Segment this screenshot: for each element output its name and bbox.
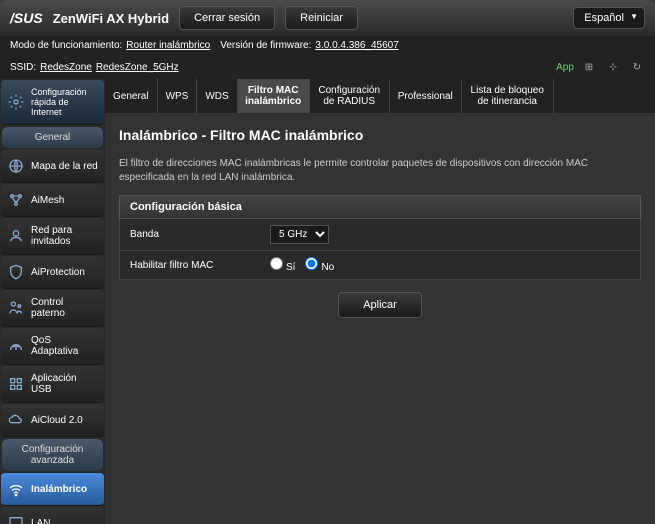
- quick-setup-label: Configuraciónrápida de Internet: [31, 87, 98, 117]
- tab-wps[interactable]: WPS: [158, 79, 198, 113]
- sidebar-item-label: Inalámbrico: [31, 484, 87, 495]
- info-icons: App ⊞ ⊹ ↻: [557, 59, 645, 75]
- gear-icon: [7, 93, 25, 111]
- enable-label: Habilitar filtro MAC: [130, 260, 270, 271]
- band-row: Banda 5 GHz: [119, 219, 641, 251]
- network-map-icon: [7, 157, 25, 175]
- sidebar-item-guest[interactable]: Red para invitados: [1, 218, 104, 255]
- band-select[interactable]: 5 GHz: [270, 225, 329, 244]
- sidebar-item-lan[interactable]: LAN: [1, 507, 104, 524]
- ssid-1-link[interactable]: RedesZone: [40, 62, 92, 73]
- main-content: General WPS WDS Filtro MAC inalámbrico C…: [105, 79, 655, 524]
- page-title: Inalámbrico - Filtro MAC inalámbrico: [119, 127, 641, 143]
- sidebar-advanced-header: Configuración avanzada: [2, 439, 103, 471]
- section-header: Configuración básica: [119, 195, 641, 219]
- mode-link[interactable]: Router inalámbrico: [126, 40, 210, 51]
- sidebar-item-qos[interactable]: QoS Adaptativa: [1, 328, 104, 365]
- sidebar-item-parental[interactable]: Control paterno: [1, 290, 104, 327]
- quick-setup-item[interactable]: Configuraciónrápida de Internet: [1, 80, 104, 125]
- tab-wds[interactable]: WDS: [197, 79, 237, 113]
- tab-radius[interactable]: Configuración de RADIUS: [310, 79, 390, 113]
- sidebar: Configuraciónrápida de Internet General …: [0, 79, 105, 524]
- info-bar: Modo de funcionamiento: Router inalámbri…: [0, 36, 655, 79]
- aimesh-icon[interactable]: ⊞: [581, 59, 597, 75]
- sidebar-item-label: Aplicación USB: [31, 373, 98, 395]
- ssid-label: SSID:: [10, 62, 36, 73]
- sidebar-item-usb[interactable]: Aplicación USB: [1, 366, 104, 403]
- sidebar-item-wireless[interactable]: Inalámbrico: [1, 473, 104, 506]
- page-description: El filtro de direcciones MAC inalámbrica…: [119, 157, 641, 185]
- sidebar-item-label: AiProtection: [31, 267, 85, 278]
- sidebar-item-aicloud[interactable]: AiCloud 2.0: [1, 404, 104, 437]
- sidebar-item-aiprotection[interactable]: AiProtection: [1, 256, 104, 289]
- radio-no[interactable]: [305, 257, 318, 270]
- radio-no-label[interactable]: No: [305, 257, 334, 273]
- reboot-button[interactable]: Reiniciar: [285, 6, 358, 30]
- apply-button[interactable]: Aplicar: [338, 292, 422, 318]
- lan-icon: [7, 514, 25, 524]
- tab-bar: General WPS WDS Filtro MAC inalámbrico C…: [105, 79, 655, 113]
- aimesh-icon: [7, 191, 25, 209]
- header-bar: /SUS ZenWiFi AX Hybrid Cerrar sesión Rei…: [0, 0, 655, 36]
- tab-general[interactable]: General: [105, 79, 158, 113]
- sidebar-item-aimesh[interactable]: AiMesh: [1, 184, 104, 217]
- wifi-icon: [7, 480, 25, 498]
- sidebar-item-label: AiMesh: [31, 195, 64, 206]
- tab-professional[interactable]: Professional: [390, 79, 462, 113]
- refresh-icon[interactable]: ↻: [629, 59, 645, 75]
- tab-mac-filter[interactable]: Filtro MAC inalámbrico: [238, 79, 310, 113]
- sidebar-item-label: QoS Adaptativa: [31, 335, 98, 357]
- sidebar-item-label: Red para invitados: [31, 225, 98, 247]
- ssid-2-link[interactable]: RedesZone_5GHz: [96, 62, 179, 73]
- sidebar-item-label: AiCloud 2.0: [31, 415, 83, 426]
- cloud-icon: [7, 411, 25, 429]
- enable-row: Habilitar filtro MAC Sí No: [119, 251, 641, 280]
- mode-label: Modo de funcionamiento:: [10, 40, 122, 51]
- asus-logo: /SUS: [10, 10, 43, 26]
- shield-icon: [7, 263, 25, 281]
- sidebar-item-label: Control paterno: [31, 297, 98, 319]
- sidebar-item-network-map[interactable]: Mapa de la red: [1, 150, 104, 183]
- radio-yes-label[interactable]: Sí: [270, 257, 295, 273]
- language-select[interactable]: Español: [573, 7, 645, 29]
- parental-icon: [7, 299, 25, 317]
- usb-app-icon: [7, 375, 25, 393]
- logout-button[interactable]: Cerrar sesión: [179, 6, 275, 30]
- fw-label: Versión de firmware:: [220, 40, 311, 51]
- radio-yes[interactable]: [270, 257, 283, 270]
- tab-roaming-block[interactable]: Lista de bloqueo de itinerancia: [462, 79, 554, 113]
- product-name: ZenWiFi AX Hybrid: [53, 11, 169, 26]
- fw-link[interactable]: 3.0.0.4.386_45607: [315, 40, 398, 51]
- guest-icon: [7, 227, 25, 245]
- band-label: Banda: [130, 229, 270, 240]
- language-label: Español: [584, 12, 624, 24]
- sidebar-general-header: General: [2, 127, 103, 148]
- qos-icon: [7, 337, 25, 355]
- app-link[interactable]: App: [557, 59, 573, 75]
- sidebar-item-label: Mapa de la red: [31, 161, 98, 172]
- sidebar-item-label: LAN: [31, 518, 50, 524]
- usb-icon[interactable]: ⊹: [605, 59, 621, 75]
